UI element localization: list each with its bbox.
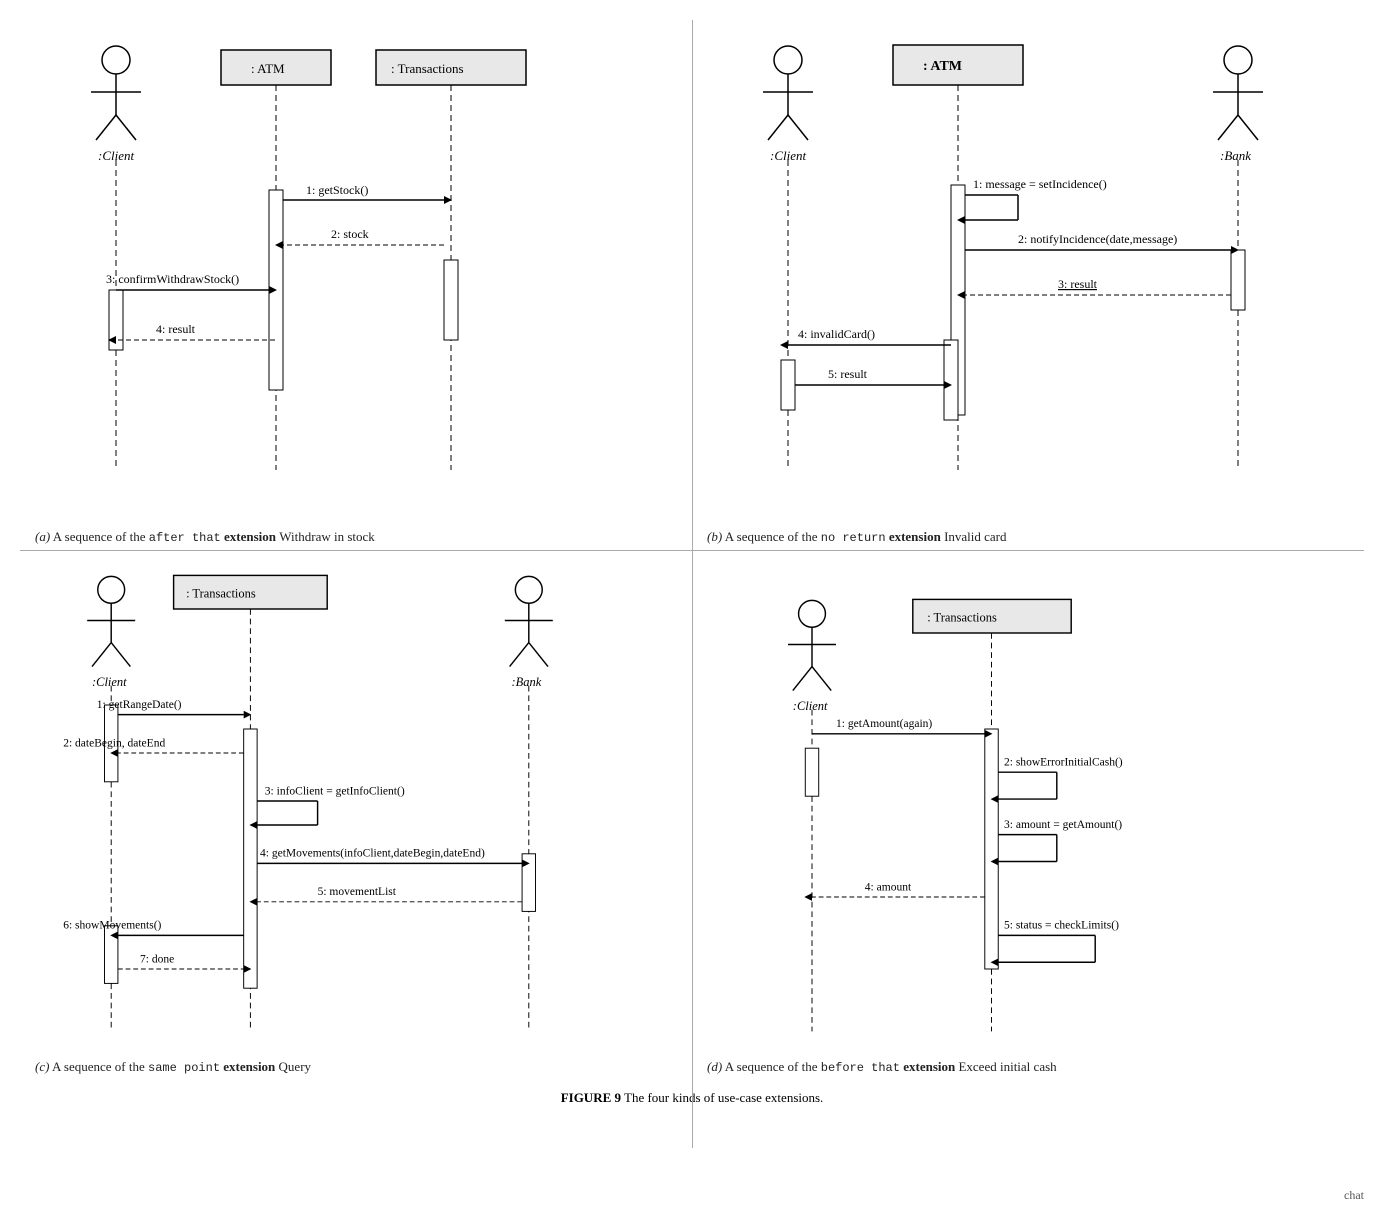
svg-text:6: showMovements(): 6: showMovements() (63, 920, 161, 932)
svg-text:5: status = checkLimits(): 5: status = checkLimits() (1004, 920, 1119, 932)
svg-text:4: amount: 4: amount (865, 881, 912, 893)
svg-text:: Transactions: : Transactions (391, 61, 464, 76)
svg-text:2: notifyIncidence(date,messag: 2: notifyIncidence(date,message) (1018, 232, 1177, 246)
diagram-d: :Client : Transactions 1: getAmount(agai… (692, 550, 1364, 1080)
svg-text:4: result: 4: result (156, 322, 196, 336)
svg-text:4: getMovements(infoClient,dat: 4: getMovements(infoClient,dateBegin,dat… (260, 848, 485, 860)
svg-text:4: invalidCard(): 4: invalidCard() (798, 327, 875, 341)
svg-text:5: result: 5: result (828, 367, 868, 381)
svg-text:3: confirmWithdrawStock(): 3: confirmWithdrawStock() (106, 272, 239, 286)
diagram-b: :Client : ATM :Bank (692, 20, 1364, 550)
svg-text::Client: :Client (92, 675, 127, 689)
svg-text:1: getStock(): 1: getStock() (306, 183, 368, 197)
caption-c: (c) A sequence of the same point extensi… (35, 1059, 677, 1075)
svg-text:7: done: 7: done (140, 953, 174, 965)
chat-label: chat (1344, 1188, 1364, 1203)
svg-text:1: message = setIncidence(): 1: message = setIncidence() (973, 177, 1107, 191)
diagram-a: :Client : ATM : Transactions (20, 20, 692, 550)
svg-text:3: result: 3: result (1058, 277, 1098, 291)
svg-text:2: showErrorInitialCash(): 2: showErrorInitialCash() (1004, 756, 1123, 768)
svg-text:5: movementList: 5: movementList (318, 886, 397, 898)
svg-text:: Transactions: : Transactions (927, 610, 997, 624)
caption-b: (b) A sequence of the no return extensio… (707, 529, 1349, 545)
svg-text:: ATM: : ATM (923, 59, 962, 74)
svg-text:1: getAmount(again): 1: getAmount(again) (836, 718, 932, 730)
vertical-divider (692, 20, 693, 1148)
svg-text:3: amount = getAmount(): 3: amount = getAmount() (1004, 819, 1122, 831)
svg-text::Client: :Client (793, 699, 828, 713)
svg-text::Bank: :Bank (1220, 148, 1251, 163)
svg-text:1: getRangeDate(): 1: getRangeDate() (97, 699, 182, 711)
svg-text:3: infoClient = getInfoClient(: 3: infoClient = getInfoClient() (265, 785, 405, 797)
caption-d: (d) A sequence of the before that extens… (707, 1059, 1349, 1075)
svg-text:2: dateBegin, dateEnd: 2: dateBegin, dateEnd (63, 737, 165, 749)
svg-text:: Transactions: : Transactions (186, 586, 256, 600)
svg-text:2: stock: 2: stock (331, 227, 369, 241)
svg-text::Bank: :Bank (512, 675, 542, 689)
page-container: :Client : ATM : Transactions (0, 0, 1384, 1208)
diagram-c: :Client : Transactions :Bank (20, 550, 692, 1080)
svg-text:: ATM: : ATM (251, 61, 285, 76)
caption-a: (a) A sequence of the after that extensi… (35, 529, 677, 545)
